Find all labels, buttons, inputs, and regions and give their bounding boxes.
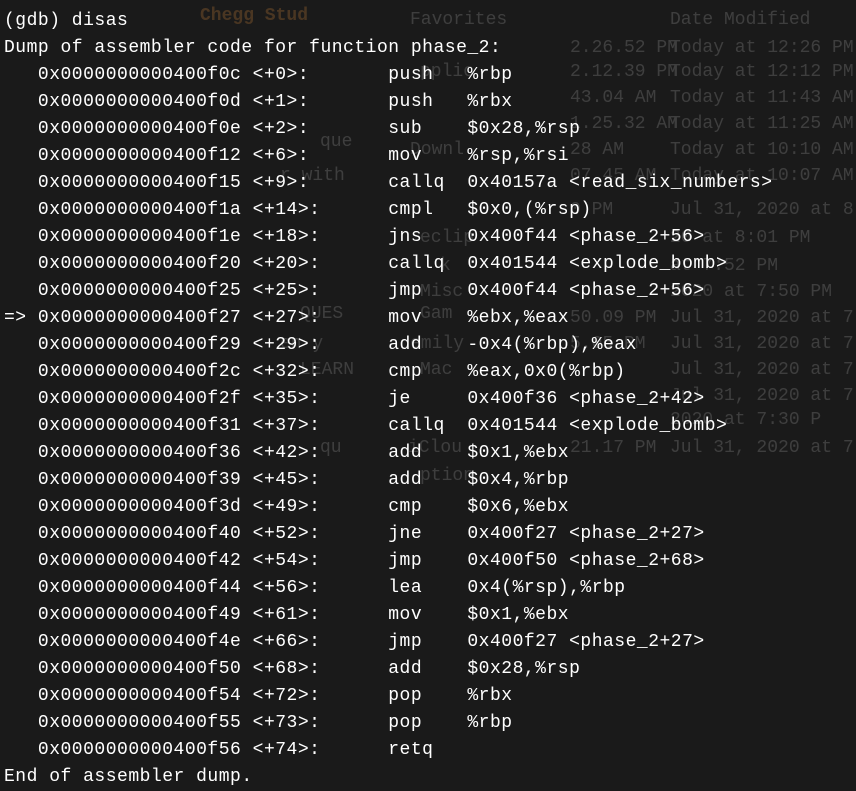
asm-line: 0x0000000000400f44 <+56>: lea 0x4(%rsp),… <box>4 575 852 602</box>
asm-line: 0x0000000000400f56 <+74>: retq <box>4 737 852 764</box>
asm-line: => 0x0000000000400f27 <+27>: mov %ebx,%e… <box>4 305 852 332</box>
asm-line: 0x0000000000400f40 <+52>: jne 0x400f27 <… <box>4 521 852 548</box>
disas-footer: End of assembler dump. <box>4 764 852 791</box>
asm-line: 0x0000000000400f29 <+29>: add -0x4(%rbp)… <box>4 332 852 359</box>
asm-line: 0x0000000000400f1e <+18>: jns 0x400f44 <… <box>4 224 852 251</box>
asm-line: 0x0000000000400f0d <+1>: push %rbx <box>4 89 852 116</box>
asm-line: 0x0000000000400f4e <+66>: jmp 0x400f27 <… <box>4 629 852 656</box>
asm-line: 0x0000000000400f55 <+73>: pop %rbp <box>4 710 852 737</box>
asm-line: 0x0000000000400f2f <+35>: je 0x400f36 <p… <box>4 386 852 413</box>
gdb-prompt: (gdb) disas <box>4 8 852 35</box>
asm-line: 0x0000000000400f2c <+32>: cmp %eax,0x0(%… <box>4 359 852 386</box>
asm-line: 0x0000000000400f50 <+68>: add $0x28,%rsp <box>4 656 852 683</box>
asm-line: 0x0000000000400f49 <+61>: mov $0x1,%ebx <box>4 602 852 629</box>
asm-line: 0x0000000000400f0c <+0>: push %rbp <box>4 62 852 89</box>
asm-line: 0x0000000000400f42 <+54>: jmp 0x400f50 <… <box>4 548 852 575</box>
asm-line: 0x0000000000400f25 <+25>: jmp 0x400f44 <… <box>4 278 852 305</box>
gdb-terminal[interactable]: (gdb) disas Dump of assembler code for f… <box>0 0 856 769</box>
asm-line: 0x0000000000400f1a <+14>: cmpl $0x0,(%rs… <box>4 197 852 224</box>
asm-line: 0x0000000000400f20 <+20>: callq 0x401544… <box>4 251 852 278</box>
asm-line: 0x0000000000400f0e <+2>: sub $0x28,%rsp <box>4 116 852 143</box>
asm-line: 0x0000000000400f39 <+45>: add $0x4,%rbp <box>4 467 852 494</box>
asm-line: 0x0000000000400f54 <+72>: pop %rbx <box>4 683 852 710</box>
asm-line: 0x0000000000400f31 <+37>: callq 0x401544… <box>4 413 852 440</box>
asm-line: 0x0000000000400f12 <+6>: mov %rsp,%rsi <box>4 143 852 170</box>
asm-line: 0x0000000000400f15 <+9>: callq 0x40157a … <box>4 170 852 197</box>
asm-line: 0x0000000000400f36 <+42>: add $0x1,%ebx <box>4 440 852 467</box>
asm-line: 0x0000000000400f3d <+49>: cmp $0x6,%ebx <box>4 494 852 521</box>
disas-header: Dump of assembler code for function phas… <box>4 35 852 62</box>
